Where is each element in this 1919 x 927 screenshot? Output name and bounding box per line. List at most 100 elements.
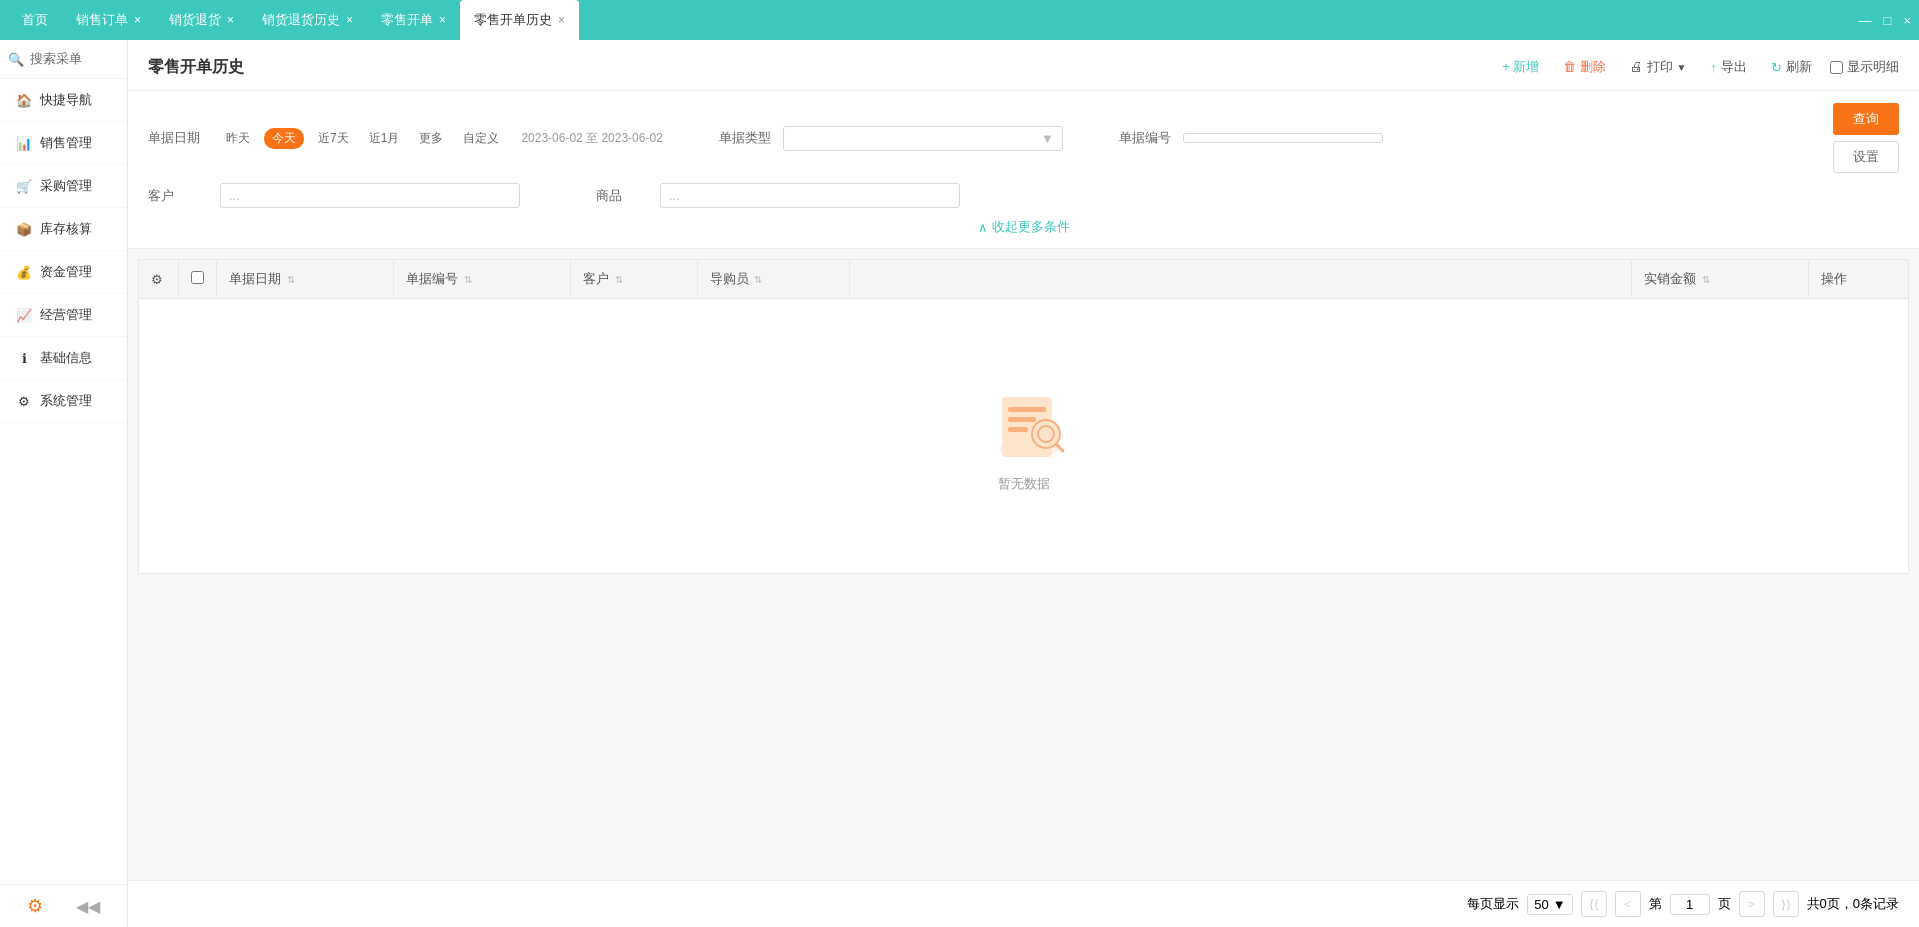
empty-illustration: [984, 379, 1064, 459]
table-header-row: ⚙ 单据日期 ⇅ 单据编号 ⇅: [139, 260, 1909, 299]
display-detail-checkbox[interactable]: [1830, 61, 1843, 74]
content-area: 零售开单历史 + 新增 🗑 删除 🖨 打印 ▼ ↑ 导出 ↻: [128, 40, 1919, 927]
sidebar-item-quick-nav[interactable]: 🏠 快捷导航: [0, 79, 127, 122]
page-size-select[interactable]: 50 ▼: [1527, 894, 1572, 915]
sidebar-item-purchase[interactable]: 🛒 采购管理: [0, 165, 127, 208]
goods-label: 商品: [596, 187, 652, 205]
th-number[interactable]: 单据编号 ⇅: [394, 260, 571, 299]
close-icon[interactable]: ×: [227, 13, 234, 27]
settings-button[interactable]: 设置: [1833, 141, 1899, 173]
collapse-bar[interactable]: ∧ 收起更多条件: [148, 218, 1899, 236]
close-button[interactable]: ×: [1903, 13, 1911, 28]
date-shortcut-yesterday[interactable]: 昨天: [220, 128, 256, 149]
goods-input[interactable]: ...: [660, 183, 960, 208]
data-table: ⚙ 单据日期 ⇅ 单据编号 ⇅: [138, 259, 1909, 574]
tab-sales-return[interactable]: 销货退货 ×: [155, 0, 248, 40]
tab-sales-order[interactable]: 销售订单 ×: [62, 0, 155, 40]
customer-input[interactable]: ...: [220, 183, 520, 208]
customer-label: 客户: [148, 187, 204, 205]
system-icon: ⚙: [16, 393, 32, 409]
top-nav: 首页 销售订单 × 销货退货 × 销货退货历史 × 零售开单 × 零售开单历史 …: [0, 0, 1919, 40]
home-icon: 🏠: [16, 92, 32, 108]
next-page-button[interactable]: ＞: [1739, 891, 1765, 917]
date-range-display: 2023-06-02 至 2023-06-02: [521, 130, 662, 147]
main-layout: 🔍 搜索采单 🏠 快捷导航 📊 销售管理 🛒 采购管理 📦 库存核算 💰 资金管…: [0, 40, 1919, 927]
settings-icon[interactable]: ⚙: [151, 272, 163, 287]
export-button[interactable]: ↑ 导出: [1705, 54, 1754, 80]
first-page-button[interactable]: ⟨⟨: [1581, 891, 1607, 917]
th-date[interactable]: 单据日期 ⇅: [217, 260, 394, 299]
empty-text: 暂无数据: [998, 475, 1050, 493]
th-guide[interactable]: 导购员 ⇅: [697, 260, 849, 299]
add-button[interactable]: + 新增: [1496, 54, 1545, 80]
sidebar-bottom: ⚙ ◀◀: [0, 884, 127, 927]
delete-button[interactable]: 🗑 删除: [1557, 54, 1612, 80]
display-detail-toggle[interactable]: 显示明细: [1830, 58, 1899, 76]
chevron-down-icon: ▼: [1041, 131, 1054, 146]
sort-icon: ⇅: [615, 274, 623, 285]
chevron-up-icon: ∧: [978, 220, 988, 235]
select-all-checkbox[interactable]: [191, 271, 204, 284]
collapse-sidebar-icon[interactable]: ◀◀: [76, 897, 100, 916]
th-settings[interactable]: ⚙: [139, 260, 179, 299]
tab-retail-order[interactable]: 零售开单 ×: [367, 0, 460, 40]
type-select[interactable]: ▼: [783, 126, 1063, 151]
type-label: 单据类型: [719, 129, 775, 147]
sort-icon: ⇅: [754, 274, 762, 285]
sidebar: 🔍 搜索采单 🏠 快捷导航 📊 销售管理 🛒 采购管理 📦 库存核算 💰 资金管…: [0, 40, 128, 927]
close-icon[interactable]: ×: [439, 13, 446, 27]
date-shortcut-1month[interactable]: 近1月: [363, 128, 406, 149]
empty-state: 暂无数据: [139, 299, 1908, 573]
close-icon[interactable]: ×: [134, 13, 141, 27]
query-button[interactable]: 查询: [1833, 103, 1899, 135]
print-button[interactable]: 🖨 打印 ▼: [1624, 54, 1693, 80]
sidebar-search[interactable]: 🔍 搜索采单: [0, 40, 127, 79]
page-title: 零售开单历史: [148, 57, 244, 78]
tab-sales-return-history[interactable]: 销货退货历史 ×: [248, 0, 367, 40]
tab-retail-order-history[interactable]: 零售开单历史 ×: [460, 0, 579, 40]
search-icon: 🔍: [8, 52, 24, 67]
refresh-button[interactable]: ↻ 刷新: [1765, 54, 1818, 80]
settings-gear-icon[interactable]: ⚙: [27, 895, 43, 917]
filter-area: 单据日期 昨天 今天 近7天 近1月 更多 自定义 2023-06-02 至 2…: [128, 91, 1919, 249]
sidebar-item-basic-info[interactable]: ℹ 基础信息: [0, 337, 127, 380]
page-word-before: 第: [1649, 895, 1662, 913]
page-header: 零售开单历史 + 新增 🗑 删除 🖨 打印 ▼ ↑ 导出 ↻: [128, 40, 1919, 91]
th-amount[interactable]: 实销金额 ⇅: [1631, 260, 1808, 299]
purchase-icon: 🛒: [16, 178, 32, 194]
sort-icon: ⇅: [287, 274, 295, 285]
last-page-button[interactable]: ⟩⟩: [1773, 891, 1799, 917]
close-icon[interactable]: ×: [346, 13, 353, 27]
th-spacer: [849, 260, 1631, 299]
sidebar-item-business[interactable]: 📈 经营管理: [0, 294, 127, 337]
sales-icon: 📊: [16, 135, 32, 151]
close-icon[interactable]: ×: [558, 13, 565, 27]
date-shortcut-today[interactable]: 今天: [264, 128, 304, 149]
pagination-bar: 每页显示 50 ▼ ⟨⟨ ＜ 第 页 ＞ ⟩⟩ 共0页，0条记录: [128, 880, 1919, 927]
page-size-label: 每页显示: [1467, 895, 1519, 913]
th-customer[interactable]: 客户 ⇅: [571, 260, 697, 299]
number-input[interactable]: [1183, 133, 1383, 143]
th-checkbox[interactable]: [179, 260, 217, 299]
date-shortcut-custom[interactable]: 自定义: [457, 128, 505, 149]
tab-home[interactable]: 首页: [8, 0, 62, 40]
sidebar-item-inventory[interactable]: 📦 库存核算: [0, 208, 127, 251]
prev-page-button[interactable]: ＜: [1615, 891, 1641, 917]
sort-icon: ⇅: [464, 274, 472, 285]
date-shortcut-7days[interactable]: 近7天: [312, 128, 355, 149]
date-shortcuts: 昨天 今天 近7天 近1月 更多 自定义: [220, 128, 505, 149]
minimize-button[interactable]: —: [1859, 13, 1872, 28]
sidebar-item-finance[interactable]: 💰 资金管理: [0, 251, 127, 294]
date-shortcut-more[interactable]: 更多: [413, 128, 449, 149]
chevron-down-icon: ▼: [1677, 62, 1687, 73]
window-controls: — □ ×: [1859, 13, 1911, 28]
total-text: 共0页，0条记录: [1807, 895, 1899, 913]
maximize-button[interactable]: □: [1884, 13, 1892, 28]
date-label: 单据日期: [148, 129, 204, 147]
page-number-input[interactable]: [1670, 894, 1710, 915]
svg-rect-3: [1008, 417, 1036, 422]
table-container: ⚙ 单据日期 ⇅ 单据编号 ⇅: [128, 249, 1919, 880]
sidebar-item-system[interactable]: ⚙ 系统管理: [0, 380, 127, 423]
info-icon: ℹ: [16, 350, 32, 366]
sidebar-item-sales[interactable]: 📊 销售管理: [0, 122, 127, 165]
